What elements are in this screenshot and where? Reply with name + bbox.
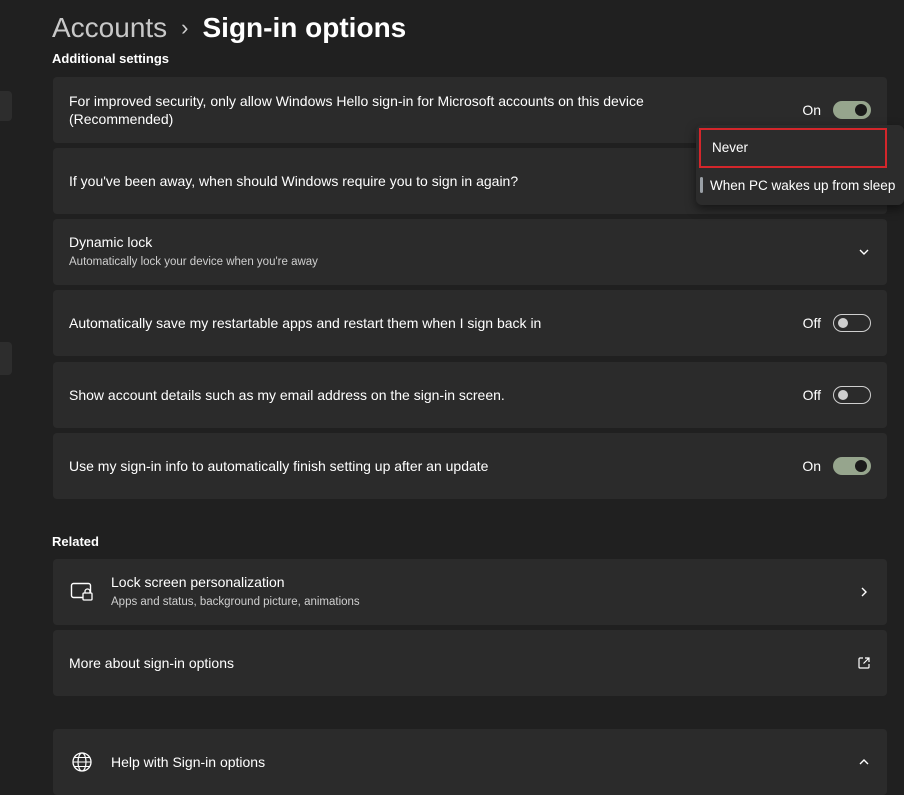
globe-icon bbox=[69, 749, 95, 775]
dropdown-option-never[interactable]: Never bbox=[699, 128, 887, 168]
section-heading-additional-settings: Additional settings bbox=[52, 51, 169, 66]
account-details-toggle[interactable] bbox=[833, 386, 871, 404]
breadcrumb-accounts-link[interactable]: Accounts bbox=[52, 12, 167, 44]
nav-item-stub[interactable] bbox=[0, 342, 12, 375]
lock-screen-personalization-link[interactable]: Lock screen personalization Apps and sta… bbox=[53, 559, 887, 625]
setting-account-details: Show account details such as my email ad… bbox=[53, 362, 887, 428]
toggle-knob bbox=[855, 104, 867, 116]
hello-only-toggle[interactable] bbox=[833, 101, 871, 119]
sign-in-again-dropdown-menu: Never When PC wakes up from sleep bbox=[696, 125, 904, 205]
chevron-down-icon[interactable] bbox=[857, 245, 871, 259]
link-label: Lock screen personalization bbox=[111, 574, 285, 590]
toggle-knob bbox=[855, 460, 867, 472]
page-title: Sign-in options bbox=[202, 12, 407, 43]
setting-label: Dynamic lock bbox=[69, 234, 153, 250]
section-heading-related: Related bbox=[52, 534, 99, 549]
link-label: More about sign-in options bbox=[69, 655, 234, 671]
lock-screen-icon bbox=[69, 579, 95, 605]
link-sublabel: Apps and status, background picture, ani… bbox=[111, 596, 360, 608]
chevron-right-icon: › bbox=[181, 15, 189, 40]
setting-label: For improved security, only allow Window… bbox=[69, 93, 644, 127]
toggle-knob bbox=[838, 390, 848, 400]
dropdown-option-wake[interactable]: When PC wakes up from sleep bbox=[696, 173, 904, 199]
breadcrumb: Accounts › Sign-in options bbox=[52, 8, 406, 48]
toggle-state-label: On bbox=[802, 458, 821, 474]
toggle-knob bbox=[838, 318, 848, 328]
restart-apps-toggle[interactable] bbox=[833, 314, 871, 332]
toggle-state-label: Off bbox=[802, 387, 821, 403]
chevron-up-icon[interactable] bbox=[857, 755, 871, 769]
more-about-sign-in-link[interactable]: More about sign-in options bbox=[53, 630, 887, 696]
setting-sublabel: Automatically lock your device when you'… bbox=[69, 256, 318, 268]
setting-label: Show account details such as my email ad… bbox=[69, 387, 505, 403]
toggle-state-label: On bbox=[802, 102, 821, 118]
setting-sign-in-info: Use my sign-in info to automatically fin… bbox=[53, 433, 887, 499]
setting-label: Automatically save my restartable apps a… bbox=[69, 315, 542, 331]
nav-item-stub[interactable] bbox=[0, 91, 12, 121]
open-external-icon bbox=[857, 656, 871, 670]
chevron-right-icon bbox=[857, 585, 871, 599]
setting-dynamic-lock[interactable]: Dynamic lock Automatically lock your dev… bbox=[53, 219, 887, 285]
help-sign-in-options[interactable]: Help with Sign-in options bbox=[53, 729, 887, 795]
setting-restart-apps: Automatically save my restartable apps a… bbox=[53, 290, 887, 356]
sign-in-info-toggle[interactable] bbox=[833, 457, 871, 475]
help-label: Help with Sign-in options bbox=[111, 754, 266, 770]
toggle-state-label: Off bbox=[802, 315, 821, 331]
setting-label: Use my sign-in info to automatically fin… bbox=[69, 458, 489, 474]
